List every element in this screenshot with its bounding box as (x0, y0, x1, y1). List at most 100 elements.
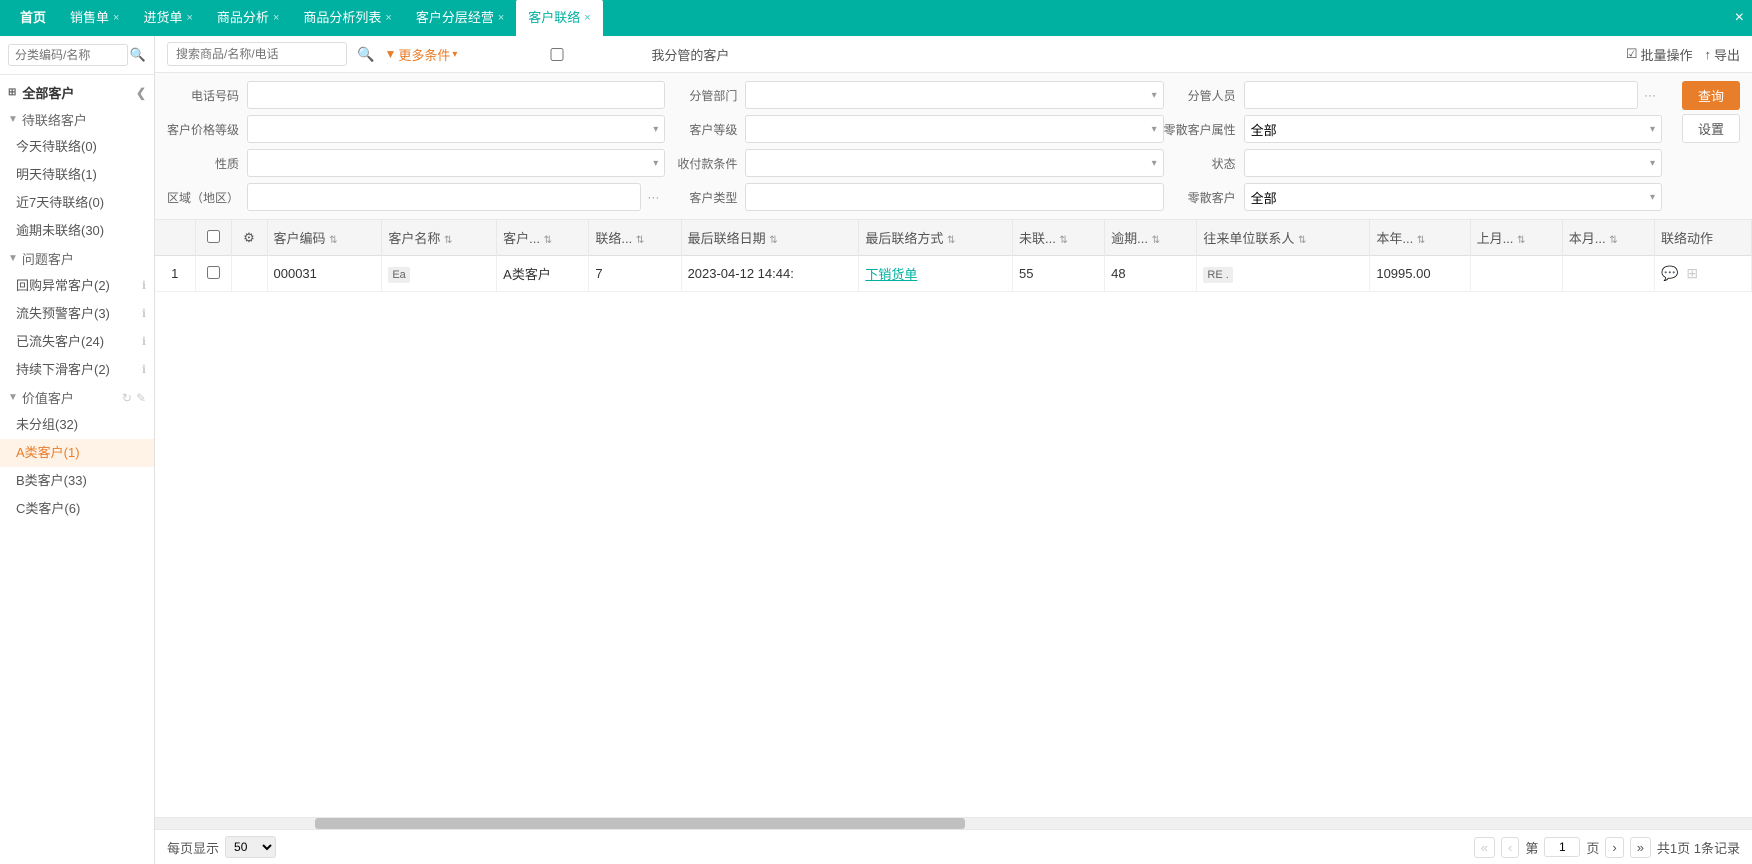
nav-home[interactable]: 首页 (8, 0, 58, 36)
nav-sales-close[interactable]: × (113, 0, 119, 36)
col-last-contact-date[interactable]: 最后联络日期 ⇅ (681, 220, 859, 256)
prev-btn[interactable]: ‹ (1501, 837, 1519, 858)
col-customer-type[interactable]: 客户... ⇅ (497, 220, 589, 256)
filter-dept-select[interactable]: ▾ (745, 81, 1163, 109)
sidebar-group-problem-customer[interactable]: ▼ 问题客户 (0, 245, 154, 272)
search-button[interactable]: 🔍 (357, 46, 374, 63)
col-contact[interactable]: 联络... ⇅ (589, 220, 681, 256)
7day-contact-label: 近7天待联络(0) (16, 193, 104, 213)
cell-last-contact-method[interactable]: 下销货单 (859, 256, 1013, 292)
filter-person-input[interactable] (1244, 81, 1638, 109)
customer-name-tag: Ea (388, 267, 409, 283)
cell-seq: 1 (155, 256, 195, 292)
company-contact-tag: RE . (1203, 267, 1232, 283)
batch-op-button[interactable]: ☑ 批量操作 (1626, 45, 1693, 64)
prev-group-btn[interactable]: « (1474, 837, 1495, 858)
col-customer-name[interactable]: 客户名称 ⇅ (382, 220, 497, 256)
search-input[interactable] (167, 42, 347, 66)
sidebar-item-b-class[interactable]: B类客户(33) (0, 467, 154, 495)
global-close-button[interactable]: × (1735, 9, 1744, 27)
col-no-contact[interactable]: 未联... ⇅ (1012, 220, 1104, 256)
nav-goods-analysis-list-close[interactable]: × (385, 0, 391, 36)
col-this-year[interactable]: 本年... ⇅ (1370, 220, 1470, 256)
last-contact-method-link[interactable]: 下销货单 (865, 267, 917, 282)
export-icon: ↑ (1704, 47, 1711, 62)
row-action-chat-icon[interactable]: 💬 (1661, 265, 1678, 282)
value-customer-refresh-icon[interactable]: ↻ (122, 391, 132, 405)
filter-phone-input[interactable] (247, 81, 665, 109)
row-action-qr-icon[interactable]: ⊞ (1686, 265, 1698, 282)
value-customer-edit-icon[interactable]: ✎ (136, 391, 146, 405)
filter-region-input[interactable] (247, 183, 641, 211)
filter-retail-attr-select[interactable]: 全部 ▾ (1244, 115, 1662, 143)
cell-customer-code: 000031 (267, 256, 382, 292)
filter-row-2: 客户价格等级 ▾ 客户等级 ▾ (167, 115, 1662, 143)
sidebar-item-today-contact[interactable]: 今天待联络(0) (0, 133, 154, 161)
cell-checkbox[interactable] (195, 256, 231, 292)
col-settings[interactable]: ⚙ (231, 220, 267, 256)
next-btn[interactable]: › (1605, 837, 1623, 858)
nav-customer-contact-close[interactable]: × (584, 0, 590, 36)
nav-home-label: 首页 (20, 0, 46, 36)
nav-customer-segment[interactable]: 客户分层经营 × (404, 0, 516, 36)
sidebar-item-a-class[interactable]: A类客户(1) (0, 439, 154, 467)
sidebar-group-value-customer[interactable]: ▼ 价值客户 ↻ ✎ (0, 384, 154, 411)
sidebar-item-ungrouped[interactable]: 未分组(32) (0, 411, 154, 439)
today-contact-label: 今天待联络(0) (16, 137, 97, 157)
next-group-btn[interactable]: » (1630, 837, 1651, 858)
filter-nature-select[interactable]: ▾ (247, 149, 665, 177)
export-button[interactable]: ↑ 导出 (1704, 45, 1740, 64)
nav-goods-analysis-list[interactable]: 商品分析列表 × (291, 0, 403, 36)
sidebar-item-overdue-contact[interactable]: 逾期未联络(30) (0, 217, 154, 245)
col-this-month[interactable]: 本月... ⇅ (1562, 220, 1654, 256)
my-customers-checkbox-label[interactable]: 我分管的客户 (467, 45, 729, 64)
sidebar-collapse-button[interactable]: ❮ (136, 86, 146, 100)
col-last-month[interactable]: 上月... ⇅ (1470, 220, 1562, 256)
sidebar-item-c-class[interactable]: C类客户(6) (0, 495, 154, 523)
sidebar-item-7day-contact[interactable]: 近7天待联络(0) (0, 189, 154, 217)
nav-customer-segment-close[interactable]: × (498, 0, 504, 36)
sidebar-item-repurchase-anomaly[interactable]: 回购异常客户(2) ℹ (0, 272, 154, 300)
nav-purchase-close[interactable]: × (186, 0, 192, 36)
my-customers-checkbox[interactable] (467, 48, 647, 61)
select-all-checkbox[interactable] (207, 230, 220, 243)
col-company-contact[interactable]: 往来单位联系人 ⇅ (1197, 220, 1370, 256)
col-overdue[interactable]: 逾期... ⇅ (1105, 220, 1197, 256)
more-filters-button[interactable]: ▼ 更多条件 ▾ (384, 45, 457, 64)
sidebar-item-lost-customer[interactable]: 已流失客户(24) ℹ (0, 328, 154, 356)
table-row: 1 000031 Ea A类客户 7 2023-04-12 14:44: (155, 256, 1752, 292)
sidebar-item-tomorrow-contact[interactable]: 明天待联络(1) (0, 161, 154, 189)
sidebar-group-pending-contact[interactable]: ▼ 待联络客户 (0, 106, 154, 133)
filter-customer-level-select[interactable]: ▾ (745, 115, 1163, 143)
col-customer-code[interactable]: 客户编码 ⇅ (267, 220, 382, 256)
scrollbar-thumb[interactable] (315, 818, 965, 829)
sidebar-search-input[interactable] (8, 44, 128, 66)
col-last-contact-method[interactable]: 最后联络方式 ⇅ (859, 220, 1013, 256)
nav-goods-analysis[interactable]: 商品分析 × (205, 0, 291, 36)
filter-retail-customer-select[interactable]: 全部 ▾ (1244, 183, 1662, 211)
nav-goods-analysis-close[interactable]: × (273, 0, 279, 36)
nav-customer-segment-label: 客户分层经营 (416, 0, 494, 36)
nav-purchase[interactable]: 进货单 × (131, 0, 204, 36)
filter-region-more-btn[interactable]: ··· (641, 190, 665, 204)
sidebar-item-churn-warning[interactable]: 流失预警客户(3) ℹ (0, 300, 154, 328)
batch-op-label: 批量操作 (1640, 45, 1692, 64)
nav-customer-contact[interactable]: 客户联络 × (516, 0, 602, 36)
filter-customer-type-input[interactable] (745, 183, 1163, 211)
sidebar-search-button[interactable]: 🔍 (130, 47, 146, 63)
filter-region-label: 区域（地区） (167, 189, 247, 206)
filter-payment-terms-select[interactable]: ▾ (745, 149, 1163, 177)
page-size-select[interactable]: 20 50 100 (225, 836, 276, 858)
query-button[interactable]: 查询 (1682, 81, 1740, 110)
settings-button[interactable]: 设置 (1682, 114, 1740, 143)
sidebar-item-declining-customer[interactable]: 持续下滑客户(2) ℹ (0, 356, 154, 384)
value-customer-actions: ↻ ✎ (122, 391, 146, 405)
filter-person-more-btn[interactable]: ··· (1638, 88, 1662, 102)
filter-price-level-select[interactable]: ▾ (247, 115, 665, 143)
page-input[interactable] (1544, 837, 1580, 857)
filter-status-select[interactable]: ▾ (1244, 149, 1662, 177)
nav-sales[interactable]: 销售单 × (58, 0, 131, 36)
horizontal-scrollbar[interactable] (155, 817, 1752, 829)
filter-nature-chevron: ▾ (653, 158, 658, 169)
row-checkbox[interactable] (207, 266, 220, 279)
